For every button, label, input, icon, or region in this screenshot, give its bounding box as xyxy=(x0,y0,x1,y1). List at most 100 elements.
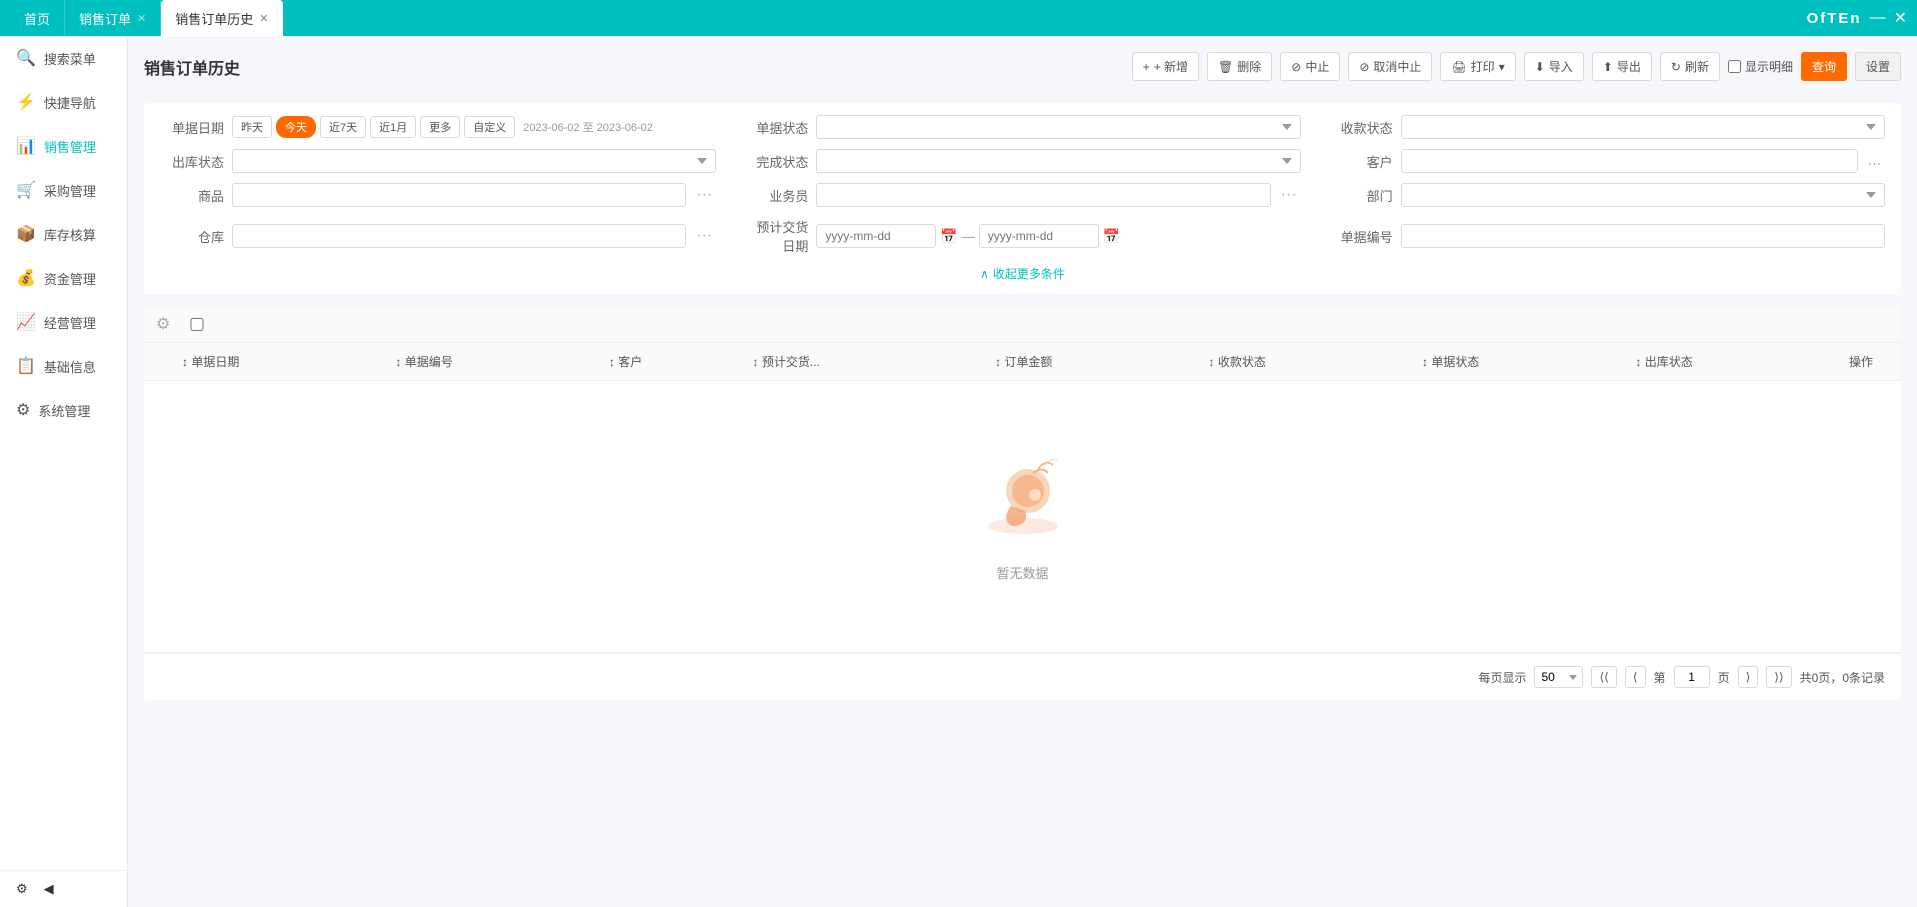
pay-status-filter-field xyxy=(1401,115,1885,139)
th-customer: ↕ 客户 xyxy=(601,343,745,381)
customer-label: 客户 xyxy=(1329,152,1393,171)
tab-sales-order-history-close[interactable]: ✕ xyxy=(259,12,268,25)
date-btn-today[interactable]: 今天 xyxy=(276,116,316,138)
print-label: 打印 xyxy=(1471,58,1495,75)
calendar-from-icon[interactable]: 📅 xyxy=(940,228,957,245)
next-page-btn[interactable]: ⟩ xyxy=(1738,666,1759,688)
first-page-btn[interactable]: ⟨⟨ xyxy=(1591,666,1616,688)
sidebar-item-inventory[interactable]: 📦 库存核算 xyxy=(0,212,127,256)
sales-icon: 📊 xyxy=(16,136,36,156)
complete-status-select[interactable] xyxy=(816,149,1300,173)
table-toolbar-row: ⚙ xyxy=(144,306,1901,343)
delete-button[interactable]: 🗑 删除 xyxy=(1207,52,1272,81)
table-settings-icon[interactable]: ⚙ xyxy=(156,314,170,334)
collapse-link[interactable]: ∧ 收起更多条件 xyxy=(160,265,1885,282)
th-date: ↕ 单据日期 xyxy=(174,343,387,381)
top-bar-right: OfTEn — ✕ xyxy=(1807,8,1907,28)
tab-sales-order-history-label: 销售订单历史 xyxy=(175,9,253,28)
th-checkbox xyxy=(144,343,174,381)
import-label: 导入 xyxy=(1549,58,1573,75)
basics-icon: 📋 xyxy=(16,356,36,376)
customer-dots[interactable]: ... xyxy=(1864,152,1885,170)
prev-page-btn[interactable]: ⟨ xyxy=(1625,666,1646,688)
last-page-btn[interactable]: ⟩⟩ xyxy=(1766,666,1791,688)
sidebar-item-basics[interactable]: 📋 基础信息 xyxy=(0,344,127,388)
data-table: ↕ 单据日期 ↕ 单据编号 ↕ 客户 ↕ 预计交货... ↕ 订单金额 xyxy=(144,343,1901,653)
order-no-input[interactable] xyxy=(1401,224,1885,248)
goods-input[interactable] xyxy=(232,183,686,207)
minimize-btn[interactable]: — xyxy=(1870,9,1886,27)
warehouse-dots[interactable]: ··· xyxy=(692,227,716,245)
date-btn-1month[interactable]: 近1月 xyxy=(370,116,416,138)
page-label-prefix: 第 xyxy=(1654,669,1666,686)
display-details-checkbox[interactable] xyxy=(1728,60,1741,73)
delete-icon: 🗑 xyxy=(1218,60,1233,74)
date-btn-7days[interactable]: 近7天 xyxy=(320,116,366,138)
date-btn-yesterday[interactable]: 昨天 xyxy=(232,116,272,138)
sidebar-item-quick-nav[interactable]: ⚡ 快捷导航 xyxy=(0,80,127,124)
page-input[interactable] xyxy=(1674,666,1710,688)
th-customer-label: ↕ 客户 xyxy=(609,355,642,369)
out-status-select[interactable] xyxy=(232,149,716,173)
order-no-label: 单据编号 xyxy=(1329,227,1393,246)
pay-status-select[interactable] xyxy=(1401,115,1885,139)
export-icon: ⬆ xyxy=(1603,60,1613,74)
tab-sales-order-history[interactable]: 销售订单历史 ✕ xyxy=(161,0,283,36)
th-operations: 操作 xyxy=(1841,343,1901,381)
sidebar-item-system[interactable]: ⚙ 系统管理 xyxy=(0,388,127,432)
main-layout: 🔍 搜索菜单 ⚡ 快捷导航 📊 销售管理 🛒 采购管理 📦 库存核算 💰 资金管… xyxy=(0,36,1917,907)
complete-status-filter-field xyxy=(816,149,1300,173)
query-button[interactable]: 查询 xyxy=(1801,52,1847,81)
salesman-input[interactable] xyxy=(816,183,1270,207)
sidebar-item-purchase[interactable]: 🛒 采购管理 xyxy=(0,168,127,212)
sidebar-item-sales[interactable]: 📊 销售管理 xyxy=(0,124,127,168)
status-select[interactable] xyxy=(816,115,1300,139)
settings-button[interactable]: 设置 xyxy=(1855,52,1901,81)
calendar-to-icon[interactable]: 📅 xyxy=(1103,228,1120,245)
new-button[interactable]: + + 新增 xyxy=(1132,52,1199,81)
delivery-date-from[interactable] xyxy=(816,224,936,248)
stop-button[interactable]: ⊘ 中止 xyxy=(1280,52,1340,81)
table-container: ⚙ ↕ 单据日期 ↕ 单据编号 ↕ 客户 xyxy=(144,306,1901,700)
salesman-dots[interactable]: ··· xyxy=(1277,186,1301,204)
export-button[interactable]: ⬆ 导出 xyxy=(1592,52,1652,81)
display-details: 显示明细 xyxy=(1728,58,1793,75)
page-header: 销售订单历史 + + 新增 🗑 删除 ⊘ 中止 ⊘ 取消中止 xyxy=(144,52,1901,93)
delivery-date-to[interactable] xyxy=(979,224,1099,248)
date-btn-more[interactable]: 更多 xyxy=(420,116,460,138)
page-label-suffix: 页 xyxy=(1718,669,1730,686)
import-button[interactable]: ⬇ 导入 xyxy=(1524,52,1584,81)
warehouse-input[interactable] xyxy=(232,224,686,248)
delivery-date-filter-field: 📅 — 📅 xyxy=(816,224,1300,248)
customer-input[interactable] xyxy=(1401,149,1858,173)
cancel-stop-button[interactable]: ⊘ 取消中止 xyxy=(1348,52,1432,81)
sidebar-item-finance[interactable]: 💰 资金管理 xyxy=(0,256,127,300)
status-filter-field xyxy=(816,115,1300,139)
page-size-select[interactable]: 20 50 100 200 xyxy=(1534,666,1583,688)
sidebar-bottom: ⚙ ◀ xyxy=(0,870,127,907)
toolbar: + + 新增 🗑 删除 ⊘ 中止 ⊘ 取消中止 🖨 打印 xyxy=(1132,52,1901,81)
sidebar-settings-icon[interactable]: ⚙ xyxy=(16,881,28,897)
th-amount-label: ↕ 订单金额 xyxy=(995,355,1052,369)
select-all-checkbox[interactable] xyxy=(182,318,212,331)
tab-sales-order-close[interactable]: ✕ xyxy=(137,12,146,25)
tab-sales-order[interactable]: 销售订单 ✕ xyxy=(65,0,161,36)
import-icon: ⬇ xyxy=(1535,60,1545,74)
sidebar-collapse-icon[interactable]: ◀ xyxy=(44,881,54,897)
date-btn-custom[interactable]: 自定义 xyxy=(464,116,515,138)
print-icon: 🖨 xyxy=(1451,60,1466,74)
dept-select[interactable] xyxy=(1401,183,1885,207)
content-area: 销售订单历史 + + 新增 🗑 删除 ⊘ 中止 ⊘ 取消中止 xyxy=(128,36,1917,907)
refresh-button[interactable]: ↻ 刷新 xyxy=(1660,52,1720,81)
th-order-status-label: ↕ 单据状态 xyxy=(1422,355,1479,369)
sidebar-item-operations[interactable]: 📈 经营管理 xyxy=(0,300,127,344)
purchase-icon: 🛒 xyxy=(16,180,36,200)
sidebar-item-search[interactable]: 🔍 搜索菜单 xyxy=(0,36,127,80)
goods-dots[interactable]: ··· xyxy=(692,186,716,204)
close-btn[interactable]: ✕ xyxy=(1894,8,1907,28)
tab-home[interactable]: 首页 xyxy=(10,0,65,36)
complete-status-label: 完成状态 xyxy=(744,152,808,171)
print-button[interactable]: 🖨 打印 ▾ xyxy=(1440,52,1515,81)
th-delivery-label: ↕ 预计交货... xyxy=(753,355,820,369)
th-out-status: ↕ 出库状态 xyxy=(1627,343,1841,381)
